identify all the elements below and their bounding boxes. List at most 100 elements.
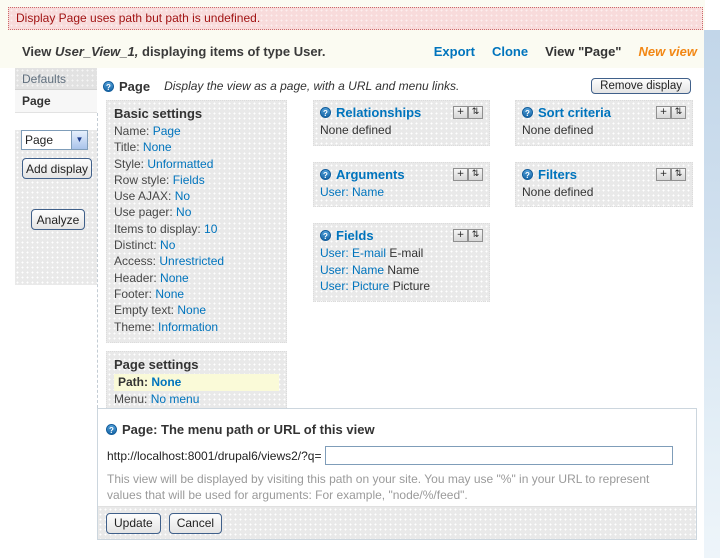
add-icon[interactable]: + bbox=[453, 229, 468, 242]
setting-row: Empty text: None bbox=[114, 302, 279, 318]
help-icon[interactable]: ? bbox=[522, 107, 533, 118]
panel-buttons: + ⇅ bbox=[453, 106, 483, 119]
setting-link[interactable]: None bbox=[155, 287, 184, 301]
url-prefix: http://localhost:8001/drupal6/views2/?q= bbox=[107, 448, 322, 463]
setting-label: Theme: bbox=[114, 319, 155, 334]
field-item: User: Name Name bbox=[320, 262, 483, 279]
path-form-title: ? Page: The menu path or URL of this view bbox=[106, 422, 696, 437]
setting-label: Title: bbox=[114, 140, 140, 155]
setting-row: Row style: Fields bbox=[114, 172, 279, 188]
rearrange-icon[interactable]: ⇅ bbox=[468, 229, 483, 242]
add-icon[interactable]: + bbox=[453, 106, 468, 119]
setting-row: Use AJAX: No bbox=[114, 188, 279, 204]
filters-title-link[interactable]: Filters bbox=[538, 167, 577, 182]
analyze-button[interactable]: Analyze bbox=[31, 209, 85, 230]
setting-row: Items to display: 10 bbox=[114, 221, 279, 237]
rearrange-icon[interactable]: ⇅ bbox=[468, 167, 483, 181]
display-type-select[interactable]: Page ▼ bbox=[21, 130, 88, 150]
update-button[interactable]: Update bbox=[106, 512, 161, 534]
setting-link[interactable]: 10 bbox=[204, 222, 217, 236]
url-row: http://localhost:8001/drupal6/views2/?q= bbox=[107, 446, 696, 465]
display-description: Display the view as a page, with a URL a… bbox=[164, 79, 460, 93]
field-link[interactable]: User: Name bbox=[320, 263, 384, 277]
help-icon[interactable]: ? bbox=[106, 424, 117, 435]
setting-link[interactable]: Fields bbox=[173, 173, 205, 187]
setting-row: Style: Unformatted bbox=[114, 156, 279, 172]
setting-link[interactable]: No bbox=[175, 189, 190, 203]
help-icon[interactable]: ? bbox=[522, 168, 533, 180]
path-form-title-text: Page: The menu path or URL of this view bbox=[122, 422, 375, 437]
display-content: ? Page Display the view as a page, with … bbox=[97, 68, 697, 540]
panel-header: ? Filters + ⇅ bbox=[522, 167, 686, 182]
help-icon[interactable]: ? bbox=[320, 107, 331, 118]
fields-title-link[interactable]: Fields bbox=[336, 228, 374, 243]
setting-link[interactable]: None bbox=[160, 271, 189, 285]
path-label: Path: bbox=[118, 374, 148, 389]
help-icon[interactable]: ? bbox=[320, 230, 331, 241]
field-suffix: E-mail bbox=[386, 246, 424, 260]
menu-label: Menu: bbox=[114, 391, 148, 406]
tab-page[interactable]: Page bbox=[15, 90, 97, 113]
new-view-link[interactable]: New view bbox=[638, 44, 697, 59]
setting-link[interactable]: None bbox=[177, 303, 206, 317]
add-icon[interactable]: + bbox=[656, 106, 671, 119]
setting-row: Footer: None bbox=[114, 286, 279, 302]
setting-label: Use AJAX: bbox=[114, 189, 172, 204]
relationships-title-link[interactable]: Relationships bbox=[336, 105, 421, 120]
header-links: Export Clone View "Page" New view bbox=[434, 44, 697, 59]
setting-row: Distinct: No bbox=[114, 237, 279, 253]
setting-link[interactable]: Unformatted bbox=[147, 157, 213, 171]
argument-item: User: Name bbox=[320, 184, 483, 201]
cancel-button[interactable]: Cancel bbox=[168, 512, 223, 534]
right-column: ? Sort criteria + ⇅ None defined ? Filte… bbox=[515, 100, 693, 223]
top-band: Display Page uses path but path is undef… bbox=[0, 0, 705, 68]
setting-link[interactable]: Information bbox=[158, 320, 218, 334]
help-icon[interactable]: ? bbox=[320, 168, 331, 180]
setting-link[interactable]: No bbox=[176, 205, 191, 219]
argument-link[interactable]: User: Name bbox=[320, 185, 384, 199]
setting-label: Distinct: bbox=[114, 238, 157, 253]
setting-label: Items to display: bbox=[114, 221, 201, 236]
sort-criteria-title-link[interactable]: Sort criteria bbox=[538, 105, 611, 120]
view-name: User_View_1, bbox=[55, 43, 139, 59]
add-icon[interactable]: + bbox=[453, 167, 468, 181]
rearrange-icon[interactable]: ⇅ bbox=[671, 167, 686, 181]
tab-defaults[interactable]: Defaults bbox=[15, 68, 97, 90]
filters-panel: ? Filters + ⇅ None defined bbox=[515, 161, 693, 207]
add-display-button[interactable]: Add display bbox=[22, 158, 92, 179]
display-header: ? Page Display the view as a page, with … bbox=[103, 78, 691, 94]
relationships-panel: ? Relationships + ⇅ None defined bbox=[313, 100, 490, 146]
field-suffix: Picture bbox=[389, 279, 431, 293]
arguments-panel: ? Arguments + ⇅ User: Name bbox=[313, 161, 490, 207]
field-item: User: Picture Picture bbox=[320, 278, 483, 295]
rearrange-icon[interactable]: ⇅ bbox=[671, 106, 686, 119]
menu-link[interactable]: No menu bbox=[151, 392, 200, 406]
path-link[interactable]: None bbox=[151, 375, 181, 389]
path-input[interactable] bbox=[325, 446, 674, 465]
panel-buttons: + ⇅ bbox=[656, 106, 686, 119]
chevron-down-icon[interactable]: ▼ bbox=[71, 131, 87, 149]
setting-link[interactable]: None bbox=[143, 140, 172, 154]
display-title: Page bbox=[119, 78, 151, 94]
view-word: View bbox=[22, 43, 52, 59]
field-link[interactable]: User: Picture bbox=[320, 279, 389, 293]
panel-header: ? Arguments + ⇅ bbox=[320, 167, 483, 182]
remove-display-button[interactable]: Remove display bbox=[591, 78, 691, 94]
field-link[interactable]: User: E-mail bbox=[320, 246, 386, 260]
view-title: View User_View_1, displaying items of ty… bbox=[22, 44, 326, 59]
help-icon[interactable]: ? bbox=[103, 80, 114, 92]
views-admin-screen: Display Page uses path but path is undef… bbox=[0, 0, 720, 558]
clone-link[interactable]: Clone bbox=[492, 44, 528, 59]
setting-link[interactable]: Unrestricted bbox=[159, 254, 224, 268]
setting-link[interactable]: Page bbox=[153, 124, 181, 138]
export-link[interactable]: Export bbox=[434, 44, 475, 59]
rearrange-icon[interactable]: ⇅ bbox=[468, 106, 483, 119]
arguments-title-link[interactable]: Arguments bbox=[336, 167, 405, 182]
form-button-band: Update Cancel bbox=[98, 506, 696, 539]
setting-row: Access: Unrestricted bbox=[114, 253, 279, 269]
basic-settings-box: Basic settings Name: Page Title: None St… bbox=[106, 100, 287, 343]
setting-link[interactable]: No bbox=[160, 238, 175, 252]
add-icon[interactable]: + bbox=[656, 167, 671, 181]
panel-header: ? Sort criteria + ⇅ bbox=[522, 105, 686, 120]
page-settings-box: Page settings Path: None Menu: No menu bbox=[106, 350, 287, 416]
